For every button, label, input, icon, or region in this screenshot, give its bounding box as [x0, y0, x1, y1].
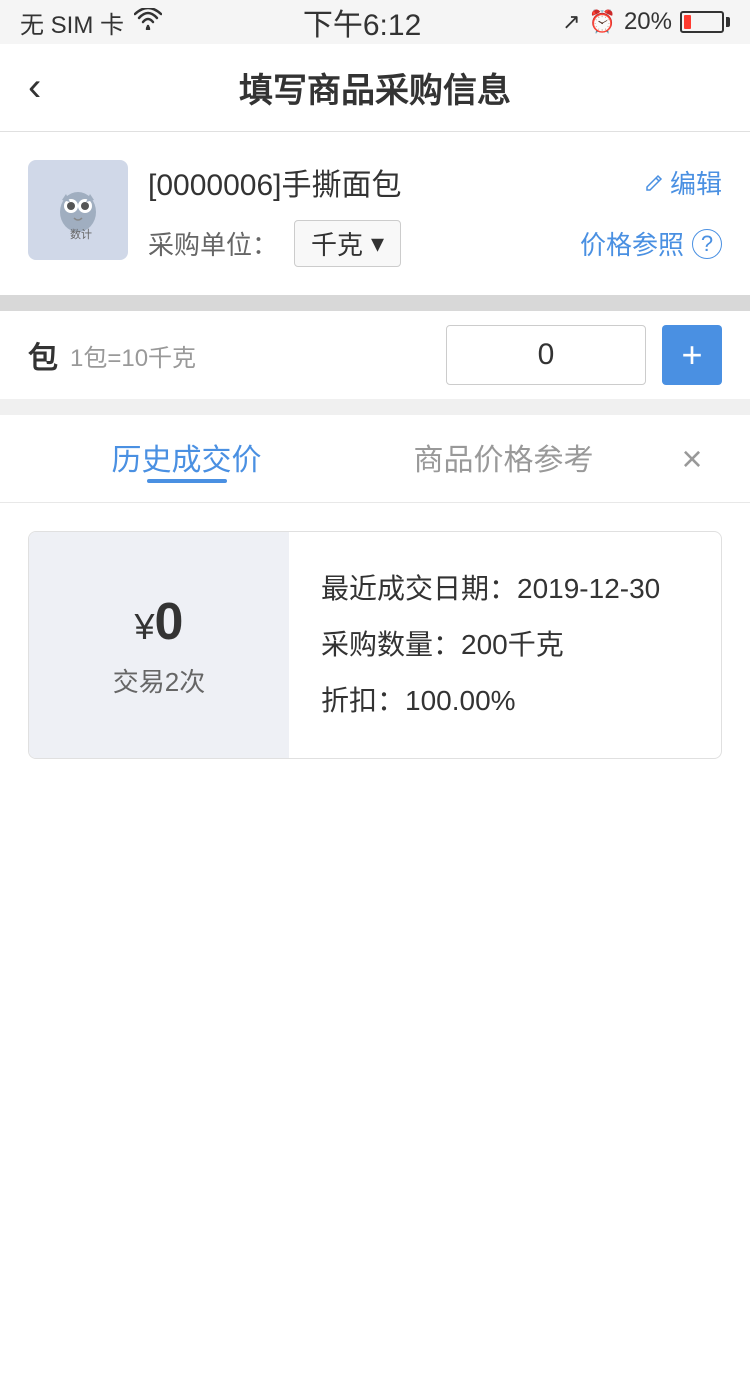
price-card-area: ¥0 交易2次 最近成交日期：2019-12-30 采购数量：200千克 折扣：… — [0, 503, 750, 787]
qty-unit-icon: 包 — [28, 333, 58, 377]
price-ref-icon: ? — [692, 229, 722, 259]
edit-label: 编辑 — [670, 164, 722, 201]
unit-label: 采购单位： — [148, 225, 278, 262]
quantity-input[interactable] — [446, 325, 646, 385]
discount-value: 100.00% — [405, 685, 516, 716]
price-right-panel: 最近成交日期：2019-12-30 采购数量：200千克 折扣：100.00% — [289, 532, 721, 758]
tab-history-price[interactable]: 历史成交价 — [28, 435, 345, 483]
battery-percent: 20% — [624, 8, 672, 36]
product-info: [0000006]手撕面包 编辑 采购单位： 千克 ▾ — [148, 160, 722, 267]
amount-value: 0 — [155, 593, 184, 651]
wifi-icon — [134, 8, 162, 37]
price-amount: ¥0 — [135, 592, 184, 652]
dropdown-icon: ▾ — [371, 228, 384, 259]
discount-row: 折扣：100.00% — [321, 680, 689, 722]
tab1-label: 历史成交价 — [112, 444, 262, 477]
price-left-panel: ¥0 交易2次 — [29, 532, 289, 758]
svg-text:数计: 数计 — [70, 228, 92, 240]
tab-product-price-ref[interactable]: 商品价格参考 — [345, 435, 662, 483]
purchase-qty-row: 采购数量：200千克 — [321, 624, 689, 666]
status-bar: 无 SIM 卡 下午6:12 ↗ ⏰ 20% — [0, 0, 750, 44]
tab-close-button[interactable]: × — [662, 429, 722, 489]
currency-symbol: ¥ — [135, 606, 155, 647]
price-card: ¥0 交易2次 最近成交日期：2019-12-30 采购数量：200千克 折扣：… — [28, 531, 722, 759]
status-right: ↗ ⏰ 20% — [562, 8, 730, 36]
quantity-row: 包 1包=10千克 + — [0, 311, 750, 399]
quantity-plus-button[interactable]: + — [662, 325, 722, 385]
tab2-label: 商品价格参考 — [414, 444, 594, 477]
bottom-area — [0, 787, 750, 1387]
product-card: 数计 [0000006]手撕面包 编辑 采购单位： 千克 — [0, 132, 750, 295]
purchase-qty-label: 采购数量： — [321, 629, 461, 660]
carrier-label: 无 SIM 卡 — [20, 5, 124, 40]
recent-date-label: 最近成交日期： — [321, 573, 517, 604]
section-divider — [0, 295, 750, 311]
recent-date-value: 2019-12-30 — [517, 573, 660, 604]
battery-icon — [680, 11, 730, 33]
edit-button[interactable]: 编辑 — [644, 164, 722, 201]
back-button[interactable]: ‹ — [28, 65, 41, 110]
page-title: 填写商品采购信息 — [239, 63, 511, 112]
nav-bar: ‹ 填写商品采购信息 — [0, 44, 750, 132]
unit-select[interactable]: 千克 ▾ — [294, 220, 401, 267]
location-icon: ↗ — [562, 9, 580, 35]
status-time: 下午6:12 — [303, 0, 421, 44]
tab-section: 历史成交价 商品价格参考 × ¥0 交易2次 最近成交日期：2019-12-30… — [0, 415, 750, 787]
price-ref-button[interactable]: 价格参照 ? — [580, 225, 722, 262]
tab-underline — [147, 479, 227, 483]
qty-unit-hint: 1包=10千克 — [70, 338, 196, 373]
price-times: 交易2次 — [113, 662, 205, 699]
product-title: [0000006]手撕面包 — [148, 160, 401, 204]
tab-bar: 历史成交价 商品价格参考 × — [0, 415, 750, 503]
alarm-icon: ⏰ — [589, 9, 616, 35]
price-ref-label: 价格参照 — [580, 225, 684, 262]
purchase-qty-value: 200千克 — [461, 629, 564, 660]
status-left: 无 SIM 卡 — [20, 5, 162, 40]
recent-date-row: 最近成交日期：2019-12-30 — [321, 568, 689, 610]
product-thumbnail: 数计 — [28, 160, 128, 260]
unit-value: 千克 — [311, 225, 363, 262]
discount-label: 折扣： — [321, 685, 405, 716]
